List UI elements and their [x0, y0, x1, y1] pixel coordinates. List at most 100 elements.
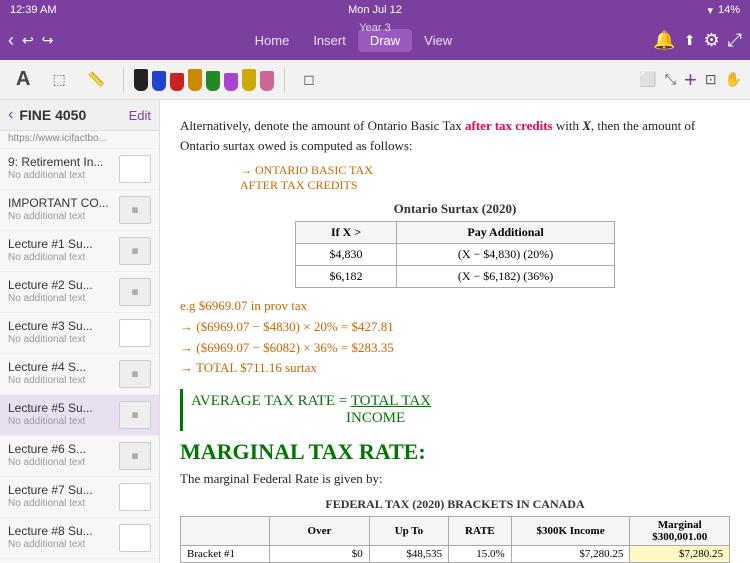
sidebar-item-9[interactable]: Lecture #8 Su... No additional text — [0, 518, 159, 559]
surtax-section: Ontario Surtax (2020) If X > Pay Additio… — [295, 201, 615, 288]
sidebar-thumb-2: ▦ — [119, 237, 151, 265]
sidebar-item-sub-4: No additional text — [8, 334, 113, 345]
sidebar-item-sub-2: No additional text — [8, 252, 113, 263]
tab-view[interactable]: View — [412, 29, 464, 52]
sidebar-item-sub-9: No additional text — [8, 539, 113, 550]
avg-tax-rate-section: AVERAGE TAX RATE = TOTAL TAX INCOME — [180, 389, 730, 431]
fed-col-bracket — [181, 516, 270, 545]
surtax-row-1: $6,182(X − $6,182) (36%) — [296, 266, 615, 288]
add-content-button[interactable]: + — [684, 67, 697, 93]
avg-rate-label: AVERAGE TAX RATE = — [191, 393, 347, 409]
example-line2: → ($6969.07 − $4830) × 20% = $427.81 — [180, 317, 730, 338]
edit-button[interactable]: Edit — [129, 108, 151, 123]
main-layout: ‹ FINE 4050 Edit https://www.icifactbo..… — [0, 100, 750, 563]
sidebar-item-title-9: Lecture #8 Su... — [8, 524, 113, 538]
sidebar-item-sub-6: No additional text — [8, 416, 113, 427]
content-area[interactable]: Alternatively, denote the amount of Onta… — [160, 100, 750, 563]
ruler-tool[interactable]: 📏 — [80, 67, 113, 92]
sidebar-item-title-4: Lecture #3 Su... — [8, 319, 113, 333]
top-toolbar: ‹ ↩ ↪ Year 3 Home Insert Draw View 🔔 ⬆ ⚙… — [0, 20, 750, 60]
surtax-cell-1-0: $6,182 — [296, 266, 397, 288]
tab-home[interactable]: Home — [243, 29, 302, 52]
tool-divider-2 — [284, 68, 285, 92]
page-view-toggle[interactable]: ⬜ — [639, 71, 656, 88]
x-variable: X — [582, 118, 591, 133]
fed-col-rate: RATE — [449, 516, 512, 545]
sidebar-item-sub-7: No additional text — [8, 457, 113, 468]
wifi-icon: ▾ — [707, 4, 713, 17]
fed-col-300k: $300K Income — [511, 516, 630, 545]
sidebar-item-sub-3: No additional text — [8, 293, 113, 304]
sidebar-item-title-7: Lecture #6 S... — [8, 442, 113, 456]
sidebar-thumb-4 — [119, 319, 151, 347]
pen-purple[interactable] — [224, 73, 238, 91]
sidebar-item-title-3: Lecture #2 Su... — [8, 278, 113, 292]
zoom-toggle[interactable]: ⤡ — [665, 71, 676, 88]
add-page-button[interactable]: + Page — [0, 559, 159, 563]
surtax-col-pay: Pay Additional — [397, 222, 615, 244]
surtax-table-title: Ontario Surtax (2020) — [295, 201, 615, 217]
fed-cell-0-1: $0 — [270, 545, 370, 562]
pen-blue[interactable] — [152, 71, 166, 91]
hand-label-ontario: → ONTARIO BASIC TAXAFTER TAX CREDITS — [240, 163, 730, 193]
sidebar-back-icon[interactable]: ‹ — [8, 106, 13, 124]
pen-yellow[interactable] — [242, 69, 256, 91]
pen-red[interactable] — [170, 73, 184, 91]
pen-tools — [134, 69, 274, 91]
fed-col-marginal: Marginal$300,001.00 — [630, 516, 730, 545]
marginal-desc: The marginal Federal Rate is given by: — [180, 469, 730, 489]
avg-rate-denominator: INCOME — [191, 410, 405, 426]
sidebar-item-sub-0: No additional text — [8, 170, 113, 181]
example-line3: → ($6969.07 − $6082) × 36% = $283.35 — [180, 338, 730, 359]
back-button[interactable]: ‹ — [8, 30, 14, 51]
lasso-tool[interactable]: ⬚ — [44, 67, 73, 92]
after-credit-text: after tax credits — [465, 118, 553, 133]
pen-pink[interactable] — [260, 71, 274, 91]
marginal-tax-rate-heading: MARGINAL TAX RATE: — [180, 439, 730, 465]
sidebar-thumb-8 — [119, 483, 151, 511]
example-notes: e.g $6969.07 in prov tax → ($6969.07 − $… — [180, 296, 730, 379]
sidebar-item-sub-5: No additional text — [8, 375, 113, 386]
redo-button[interactable]: ↪ — [42, 32, 54, 49]
sidebar-item-title-5: Lecture #4 S... — [8, 360, 113, 374]
time-display: 12:39 AM — [10, 4, 56, 16]
sidebar-item-title-1: IMPORTANT CO... — [8, 196, 113, 210]
fed-col-upto: Up To — [369, 516, 448, 545]
more-options-button[interactable]: ⊡ — [705, 71, 717, 88]
sidebar-item-6[interactable]: Lecture #5 Su... No additional text ▦ — [0, 395, 159, 436]
sidebar-item-3[interactable]: Lecture #2 Su... No additional text ▦ — [0, 272, 159, 313]
pen-black[interactable] — [134, 69, 148, 91]
sidebar-thumb-1: ▦ — [119, 196, 151, 224]
expand-icon[interactable]: ⤢ — [728, 30, 742, 51]
pen-green[interactable] — [206, 71, 220, 91]
sidebar-item-1[interactable]: IMPORTANT CO... No additional text ▦ — [0, 190, 159, 231]
sidebar-url: https://www.icifactbo... — [0, 131, 159, 149]
tab-insert[interactable]: Insert — [301, 29, 358, 52]
sidebar-thumb-7: ▦ — [119, 442, 151, 470]
sidebar-item-8[interactable]: Lecture #7 Su... No additional text — [0, 477, 159, 518]
pen-orange[interactable] — [188, 69, 202, 91]
sidebar-item-7[interactable]: Lecture #6 S... No additional text ▦ — [0, 436, 159, 477]
sidebar-item-title-2: Lecture #1 Su... — [8, 237, 113, 251]
fed-cell-0-5: $7,280.25 — [630, 545, 730, 562]
sidebar-item-sub-1: No additional text — [8, 211, 113, 222]
sidebar-item-0[interactable]: 9: Retirement In... No additional text — [0, 149, 159, 190]
bell-icon[interactable]: 🔔 — [653, 30, 675, 51]
undo-button[interactable]: ↩ — [22, 32, 34, 49]
sidebar-item-4[interactable]: Lecture #3 Su... No additional text — [0, 313, 159, 354]
avg-rate-numerator: TOTAL TAX — [351, 393, 431, 409]
settings-icon[interactable]: ⚙ — [703, 30, 719, 51]
finger-draw-toggle[interactable]: ✋ — [725, 71, 742, 88]
sidebar-item-2[interactable]: Lecture #1 Su... No additional text ▦ — [0, 231, 159, 272]
text-tool[interactable]: A — [8, 64, 38, 95]
eraser-tool[interactable]: ◻ — [295, 67, 323, 92]
example-line4: → TOTAL $711.16 surtax — [180, 358, 730, 379]
sidebar-item-5[interactable]: Lecture #4 S... No additional text ▦ — [0, 354, 159, 395]
surtax-col-if: If X > — [296, 222, 397, 244]
sidebar-item-sub-8: No additional text — [8, 498, 113, 509]
fed-cell-0-2: $48,535 — [369, 545, 448, 562]
day-display: Mon Jul 12 — [348, 4, 402, 16]
draw-tools-bar: A ⬚ 📏 ◻ ⬜ ⤡ + ⊡ ✋ — [0, 60, 750, 100]
intro-paragraph: Alternatively, denote the amount of Onta… — [180, 116, 730, 155]
share-icon[interactable]: ⬆ — [684, 32, 696, 49]
